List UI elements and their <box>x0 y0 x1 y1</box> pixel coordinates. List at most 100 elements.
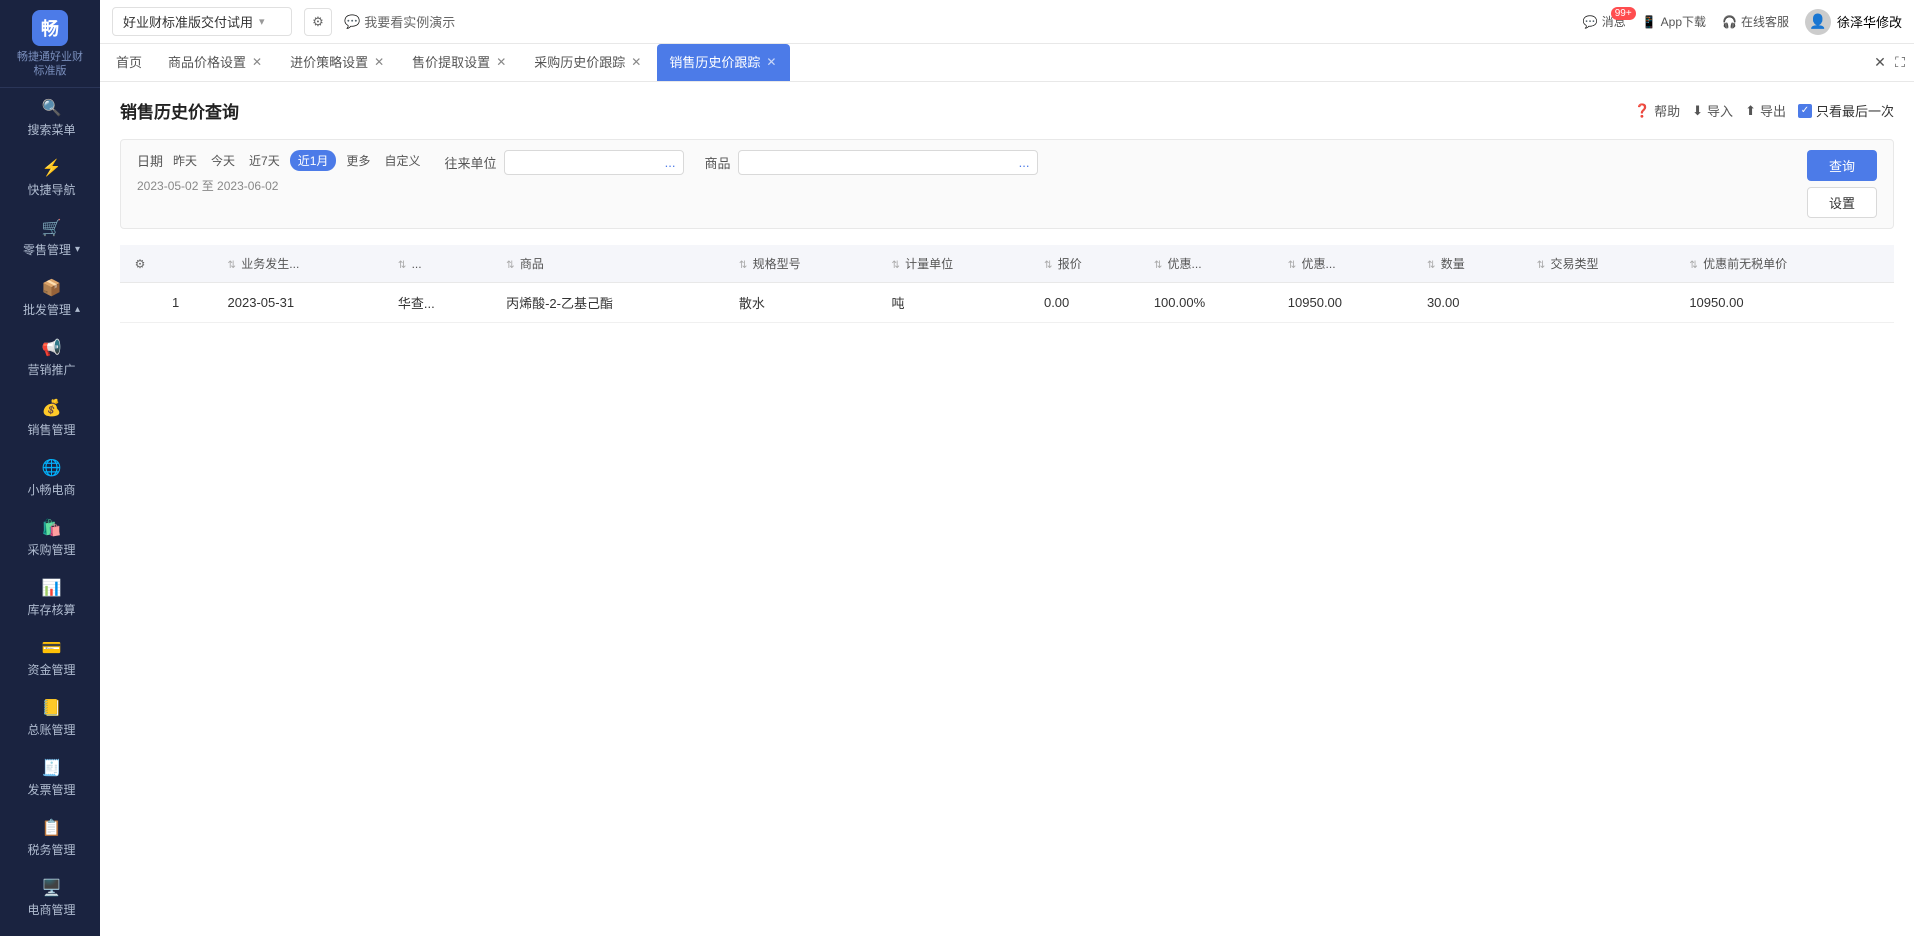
tab-home-label: 首页 <box>116 52 142 71</box>
goods-dots[interactable]: ... <box>1019 155 1030 170</box>
product-selector[interactable]: 好业财标准版交付试用 ▾ <box>112 7 292 36</box>
row-spec: 散水 <box>727 283 880 323</box>
tab-sale-price[interactable]: 售价提取设置 ✕ <box>400 44 520 81</box>
table-header-row: ⚙ ⇅ 业务发生... ⇅ ... ⇅ 商品 <box>120 245 1894 283</box>
sidebar-item-ecom[interactable]: 🖥️ 电商管理 <box>0 868 100 928</box>
sidebar-item-marketing[interactable]: 📢 营销推广 <box>0 328 100 388</box>
sidebar-item-label: 采购管理 <box>27 541 75 558</box>
row-discount2: 10950.00 <box>1276 283 1415 323</box>
message-icon: 💬 <box>1583 15 1598 29</box>
tab-price-setting[interactable]: 商品价格设置 ✕ <box>156 44 276 81</box>
sidebar-item-label: 零售管理 <box>23 241 71 258</box>
app-download-button[interactable]: 📱 App下载 <box>1642 13 1706 30</box>
sidebar-item-wholesale[interactable]: 📦 批发管理 ▴ <box>0 268 100 328</box>
sort-icon: ⇅ <box>739 260 747 271</box>
export-label: 导出 <box>1760 101 1786 120</box>
col-extra[interactable]: ⇅ ... <box>386 245 494 283</box>
source-unit-dots[interactable]: ... <box>665 155 676 170</box>
sort-icon: ⇅ <box>1689 260 1697 271</box>
source-unit-input[interactable]: ... <box>504 150 684 175</box>
sidebar-item-label: 库存核算 <box>27 601 75 618</box>
search-icon: 🔍 <box>42 98 62 118</box>
date-filter-label: 日期 <box>137 151 163 170</box>
sales-icon: 💰 <box>42 398 62 418</box>
sidebar-item-sales[interactable]: 💰 销售管理 <box>0 388 100 448</box>
product-name-label: 好业财标准版交付试用 <box>123 12 253 31</box>
phone-icon: 📱 <box>1642 15 1657 29</box>
col-settings[interactable]: ⚙ <box>120 245 160 283</box>
topbar-settings-button[interactable]: ⚙ <box>304 8 332 36</box>
tab-sale-price-close[interactable]: ✕ <box>494 55 508 69</box>
col-quantity[interactable]: ⇅ 数量 <box>1415 245 1525 283</box>
goods-label: 商品 <box>704 153 730 172</box>
col-goods[interactable]: ⇅ 商品 <box>494 245 727 283</box>
sidebar-item-fixed[interactable]: 🏭 固定资产 <box>0 928 100 936</box>
demo-link[interactable]: 💬 我要看实例演示 <box>344 12 455 31</box>
sidebar-item-label: 营销推广 <box>27 361 75 378</box>
tab-sale-history[interactable]: 销售历史价跟踪 ✕ <box>657 44 790 81</box>
import-link[interactable]: ⬇ 导入 <box>1692 101 1733 120</box>
sidebar-item-inventory[interactable]: 📊 库存核算 <box>0 568 100 628</box>
page-title: 销售历史价查询 <box>120 98 239 123</box>
export-link[interactable]: ⬆ 导出 <box>1745 101 1786 120</box>
close-window-button[interactable]: ✕ <box>1870 53 1890 73</box>
tab-purchase-history-close[interactable]: ✕ <box>629 55 643 69</box>
date-opt-today[interactable]: 今天 <box>207 150 239 171</box>
query-button[interactable]: 查询 <box>1807 150 1877 181</box>
only-last-checkbox[interactable]: ✓ 只看最后一次 <box>1798 101 1894 120</box>
goods-input[interactable]: ... <box>738 150 1038 175</box>
sidebar-item-xiaochang[interactable]: 🌐 小畅电商 <box>0 448 100 508</box>
sidebar-item-finance[interactable]: 💳 资金管理 <box>0 628 100 688</box>
tab-pricing-strategy[interactable]: 进价策略设置 ✕ <box>278 44 398 81</box>
sidebar-item-search[interactable]: 🔍 搜索菜单 <box>0 88 100 148</box>
sidebar-item-invoice[interactable]: 🧾 发票管理 <box>0 748 100 808</box>
col-pre-tax-price[interactable]: ⇅ 优惠前无税单价 <box>1677 245 1894 283</box>
filter-buttons: 查询 设置 <box>1807 150 1877 218</box>
date-opt-more[interactable]: 更多 <box>342 150 374 171</box>
messages-button[interactable]: 💬 消息 99+ <box>1583 13 1626 30</box>
tab-sale-history-close[interactable]: ✕ <box>764 55 778 69</box>
sort-icon: ⇅ <box>1537 260 1545 271</box>
maximize-window-button[interactable]: ⛶ <box>1890 53 1910 73</box>
user-menu[interactable]: 👤 徐泽华修改 <box>1805 9 1902 35</box>
date-opt-custom[interactable]: 自定义 <box>380 150 424 171</box>
col-discount1[interactable]: ⇅ 优惠... <box>1142 245 1276 283</box>
col-date[interactable]: ⇅ 业务发生... <box>216 245 386 283</box>
wholesale-icon: 📦 <box>42 278 62 298</box>
help-link[interactable]: ❓ 帮助 <box>1634 101 1680 120</box>
tab-home[interactable]: 首页 <box>104 44 154 81</box>
online-service-label: 在线客服 <box>1741 13 1789 30</box>
sidebar-item-purchase[interactable]: 🛍️ 采购管理 <box>0 508 100 568</box>
row-pre-tax-price: 10950.00 <box>1677 283 1894 323</box>
sidebar-item-retail[interactable]: 🛒 零售管理 ▾ <box>0 208 100 268</box>
sidebar-item-tax[interactable]: 📋 税务管理 <box>0 808 100 868</box>
online-service-button[interactable]: 🎧 在线客服 <box>1722 13 1789 30</box>
row-quantity: 30.00 <box>1415 283 1525 323</box>
sidebar-item-accounting[interactable]: 📒 总账管理 <box>0 688 100 748</box>
page-content: 销售历史价查询 ❓ 帮助 ⬇ 导入 ⬆ 导出 <box>100 82 1914 936</box>
purchase-icon: 🛍️ <box>42 518 62 538</box>
inventory-icon: 📊 <box>42 578 62 598</box>
sort-icon: ⇅ <box>1154 260 1162 271</box>
logo-text: 畅捷通好业财 标准版 <box>17 50 83 79</box>
tab-purchase-history[interactable]: 采购历史价跟踪 ✕ <box>522 44 655 81</box>
col-unit[interactable]: ⇅ 计量单位 <box>879 245 1032 283</box>
date-opt-last7days[interactable]: 近7天 <box>245 150 284 171</box>
date-opt-last1month[interactable]: 近1月 <box>290 150 337 171</box>
tab-pricing-strategy-close[interactable]: ✕ <box>372 55 386 69</box>
col-seq <box>160 245 216 283</box>
tabbar: 首页 商品价格设置 ✕ 进价策略设置 ✕ 售价提取设置 ✕ 采购历史价跟踪 ✕ … <box>100 44 1914 82</box>
col-spec[interactable]: ⇅ 规格型号 <box>727 245 880 283</box>
col-spec-label: 规格型号 <box>753 257 801 271</box>
filter-settings-button[interactable]: 设置 <box>1807 187 1877 218</box>
col-trade-type[interactable]: ⇅ 交易类型 <box>1525 245 1678 283</box>
col-discount2[interactable]: ⇅ 优惠... <box>1276 245 1415 283</box>
tab-price-setting-close[interactable]: ✕ <box>250 55 264 69</box>
sidebar-item-quicknav[interactable]: ⚡ 快捷导航 <box>0 148 100 208</box>
row-settings <box>120 283 160 323</box>
date-opt-yesterday[interactable]: 昨天 <box>169 150 201 171</box>
table-settings-gear-icon[interactable]: ⚙ <box>135 257 146 271</box>
col-price[interactable]: ⇅ 报价 <box>1032 245 1142 283</box>
table-row[interactable]: 1 2023-05-31 华查... 丙烯酸-2-乙基己酯 散水 吨 0.00 … <box>120 283 1894 323</box>
marketing-icon: 📢 <box>42 338 62 358</box>
